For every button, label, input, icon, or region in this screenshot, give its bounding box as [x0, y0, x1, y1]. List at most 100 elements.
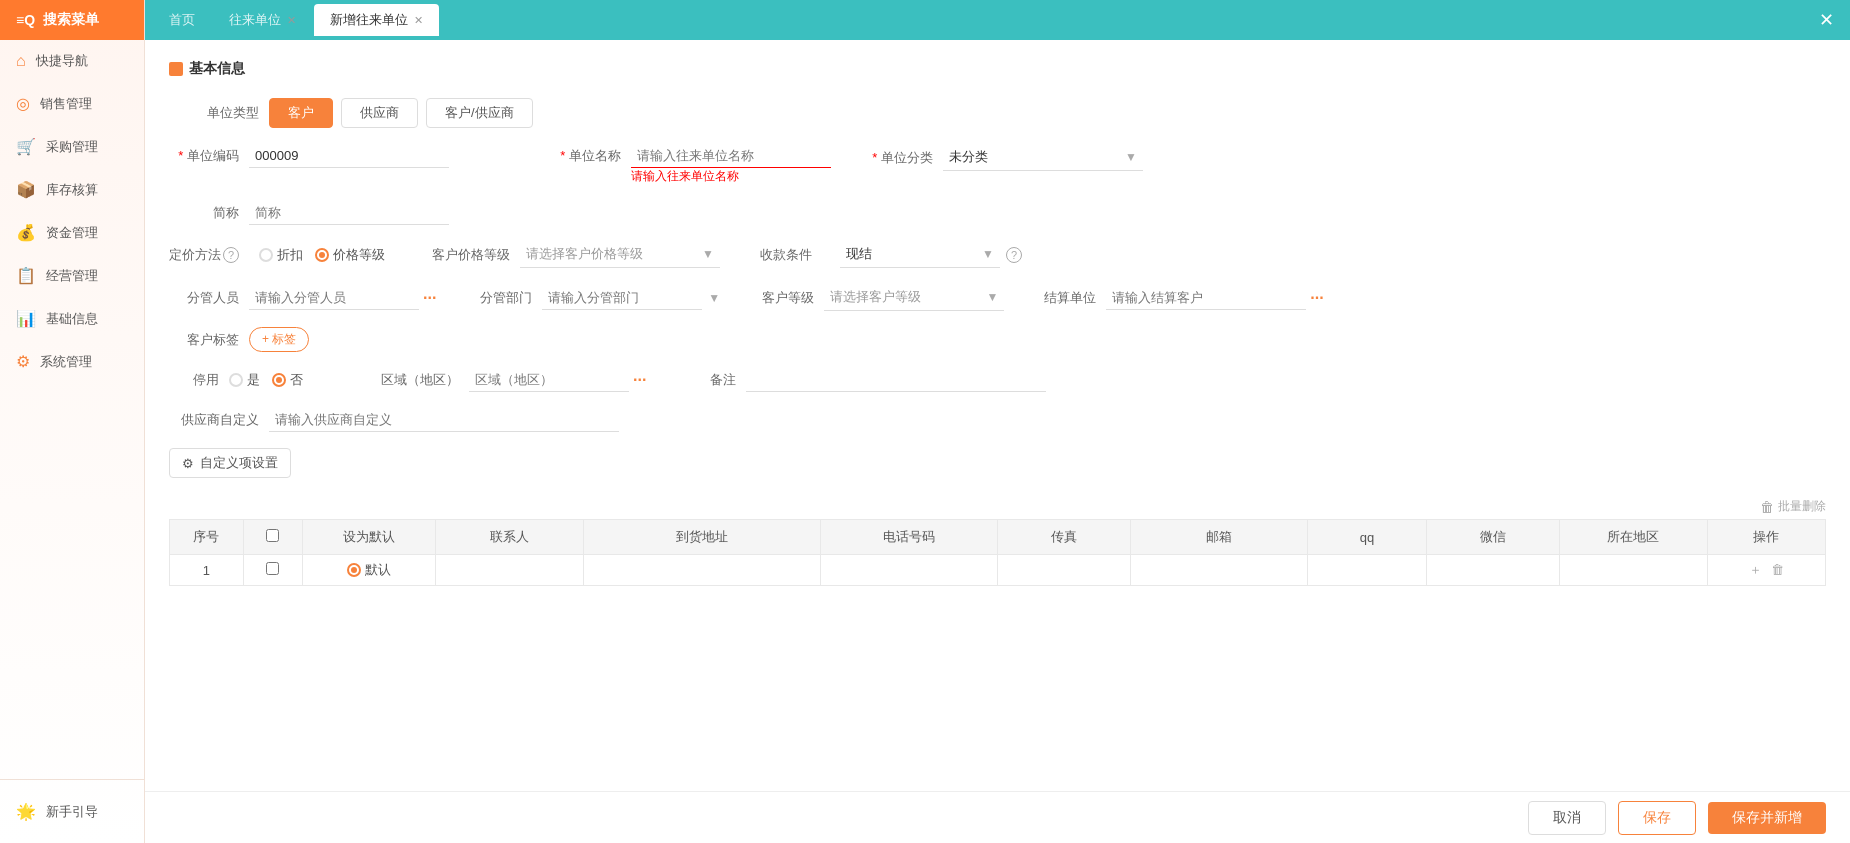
phone-input[interactable]	[831, 563, 987, 578]
department-dropdown[interactable]: ▼	[702, 287, 722, 309]
customer-price-level-dropdown[interactable]: 请选择客户价格等级 ▼	[520, 241, 720, 268]
qq-input[interactable]	[1318, 563, 1415, 578]
fax-input[interactable]	[1008, 563, 1120, 578]
delivery-input[interactable]	[594, 563, 810, 578]
contact-input[interactable]	[446, 563, 573, 578]
wechat-input[interactable]	[1437, 563, 1549, 578]
form-content: 基本信息 单位类型 客户 供应商 客户/供应商 单位编码 单位名称	[145, 40, 1850, 791]
type-btn-customer[interactable]: 客户	[269, 98, 333, 128]
sidebar-item-label: 系统管理	[40, 353, 92, 371]
manager-input[interactable]	[249, 286, 419, 310]
col-wechat: 微信	[1426, 520, 1559, 555]
department-input[interactable]	[542, 286, 702, 310]
notes-field: 备注	[706, 368, 1046, 392]
tab-new-partner-close[interactable]: ✕	[414, 14, 423, 27]
unit-name-error-msg: 请输入往来单位名称	[631, 169, 739, 183]
sidebar-item-purchase[interactable]: 🛒 采购管理	[0, 125, 144, 168]
unit-name-error: 请输入往来单位名称	[631, 168, 831, 185]
settlement-ellipsis[interactable]: ···	[1306, 289, 1327, 307]
supplier-custom-input[interactable]	[269, 408, 619, 432]
department-field: 分管部门 ▼	[472, 286, 722, 310]
customer-level-dropdown[interactable]: 请选择客户等级 ▼	[824, 284, 1004, 311]
unit-category-label: 单位分类	[863, 149, 943, 167]
sidebar-item-guide[interactable]: 🌟 新手引导	[0, 790, 144, 833]
region-input[interactable]	[469, 368, 629, 392]
cell-qq	[1308, 555, 1426, 586]
notes-input[interactable]	[746, 368, 1046, 392]
footer: 取消 保存 保存并新增	[145, 791, 1850, 843]
payment-terms-dropdown[interactable]: 现结 ▼	[840, 241, 1000, 268]
col-contact: 联系人	[436, 520, 584, 555]
sidebar-item-operations[interactable]: 📋 经营管理	[0, 254, 144, 297]
unit-name-input[interactable]	[631, 144, 831, 168]
tab-new-partner[interactable]: 新增往来单位 ✕	[314, 4, 439, 36]
sidebar-item-sales[interactable]: ◎ 销售管理	[0, 82, 144, 125]
tab-partners-close[interactable]: ✕	[287, 14, 296, 27]
col-email: 邮箱	[1131, 520, 1308, 555]
delete-row-icon[interactable]: 🗑	[1771, 562, 1784, 577]
sidebar-search-label: 搜索菜单	[43, 11, 99, 29]
radio-discount-circle	[259, 248, 273, 262]
radio-no-circle	[272, 373, 286, 387]
unit-category-dropdown[interactable]: 未分类 ▼	[943, 144, 1143, 171]
base-icon: 📊	[16, 309, 36, 328]
type-btn-supplier[interactable]: 供应商	[341, 98, 418, 128]
short-name-input[interactable]	[249, 201, 449, 225]
row-checkbox[interactable]	[266, 562, 279, 575]
save-new-button[interactable]: 保存并新增	[1708, 802, 1826, 834]
disabled-radio-yes[interactable]: 是	[229, 371, 260, 389]
disabled-no-label: 否	[290, 371, 303, 389]
unit-name-label: 单位名称	[551, 147, 631, 165]
tab-new-partner-label: 新增往来单位	[330, 11, 408, 29]
manager-ellipsis[interactable]: ···	[419, 289, 440, 307]
customer-tag-row: 客户标签 + 标签	[169, 327, 1826, 352]
pricing-level-label: 价格等级	[333, 246, 385, 264]
section-title-label: 基本信息	[189, 60, 245, 78]
disabled-radio-group: 是 否	[229, 371, 303, 389]
cell-contact	[436, 555, 584, 586]
custom-settings-button[interactable]: ⚙ 自定义项设置	[169, 448, 291, 478]
payment-help-icon[interactable]: ?	[1006, 247, 1022, 263]
sidebar-item-finance[interactable]: 💰 资金管理	[0, 211, 144, 254]
disabled-radio-no[interactable]: 否	[272, 371, 303, 389]
sidebar-item-label: 快捷导航	[36, 52, 88, 70]
batch-delete-icon: 🗑	[1760, 499, 1774, 515]
select-all-checkbox[interactable]	[266, 529, 279, 542]
col-region: 所在地区	[1559, 520, 1707, 555]
add-row-icon[interactable]: ＋	[1749, 562, 1762, 577]
email-input[interactable]	[1141, 563, 1297, 578]
close-all-tabs[interactable]: ✕	[1811, 5, 1842, 35]
cancel-button[interactable]: 取消	[1528, 801, 1606, 835]
sidebar-item-inventory[interactable]: 📦 库存核算	[0, 168, 144, 211]
settlement-unit-input[interactable]	[1106, 286, 1306, 310]
tab-home-label: 首页	[169, 11, 195, 29]
region-table-input[interactable]	[1570, 563, 1697, 578]
type-btn-both[interactable]: 客户/供应商	[426, 98, 533, 128]
tab-home[interactable]: 首页	[153, 4, 211, 36]
sidebar-search[interactable]: ≡Q 搜索菜单	[0, 0, 144, 40]
batch-delete-bar: 🗑 批量删除	[169, 498, 1826, 515]
region-ellipsis[interactable]: ···	[629, 371, 650, 389]
sidebar-item-quick-nav[interactable]: ⌂ 快捷导航	[0, 40, 144, 82]
cell-default: 默认	[303, 555, 436, 586]
tab-partners[interactable]: 往来单位 ✕	[213, 4, 312, 36]
unit-code-input[interactable]	[249, 144, 449, 168]
operations-icon: 📋	[16, 266, 36, 285]
unit-type-row: 单位类型 客户 供应商 客户/供应商	[169, 98, 1826, 128]
save-button[interactable]: 保存	[1618, 801, 1696, 835]
sidebar-item-base[interactable]: 📊 基础信息	[0, 297, 144, 340]
default-radio[interactable]: 默认	[313, 561, 425, 579]
sales-icon: ◎	[16, 94, 30, 113]
sidebar-item-system[interactable]: ⚙ 系统管理	[0, 340, 144, 383]
supplier-custom-row: 供应商自定义	[169, 408, 1826, 432]
disabled-region-row: 停用 是 否 区域（地区） ···	[169, 368, 1826, 392]
manager-row: 分管人员 ··· 分管部门 ▼ 客户等级 请选择客户等级 ▼	[169, 284, 1826, 311]
pricing-radio-level[interactable]: 价格等级	[315, 246, 385, 264]
section-icon	[169, 62, 183, 76]
batch-delete-label[interactable]: 批量删除	[1778, 498, 1826, 515]
pricing-help-icon[interactable]: ?	[223, 247, 239, 263]
sidebar-item-label: 资金管理	[46, 224, 98, 242]
pricing-method-label: 定价方法 ?	[169, 246, 259, 264]
pricing-radio-discount[interactable]: 折扣	[259, 246, 303, 264]
tag-add-button[interactable]: + 标签	[249, 327, 309, 352]
